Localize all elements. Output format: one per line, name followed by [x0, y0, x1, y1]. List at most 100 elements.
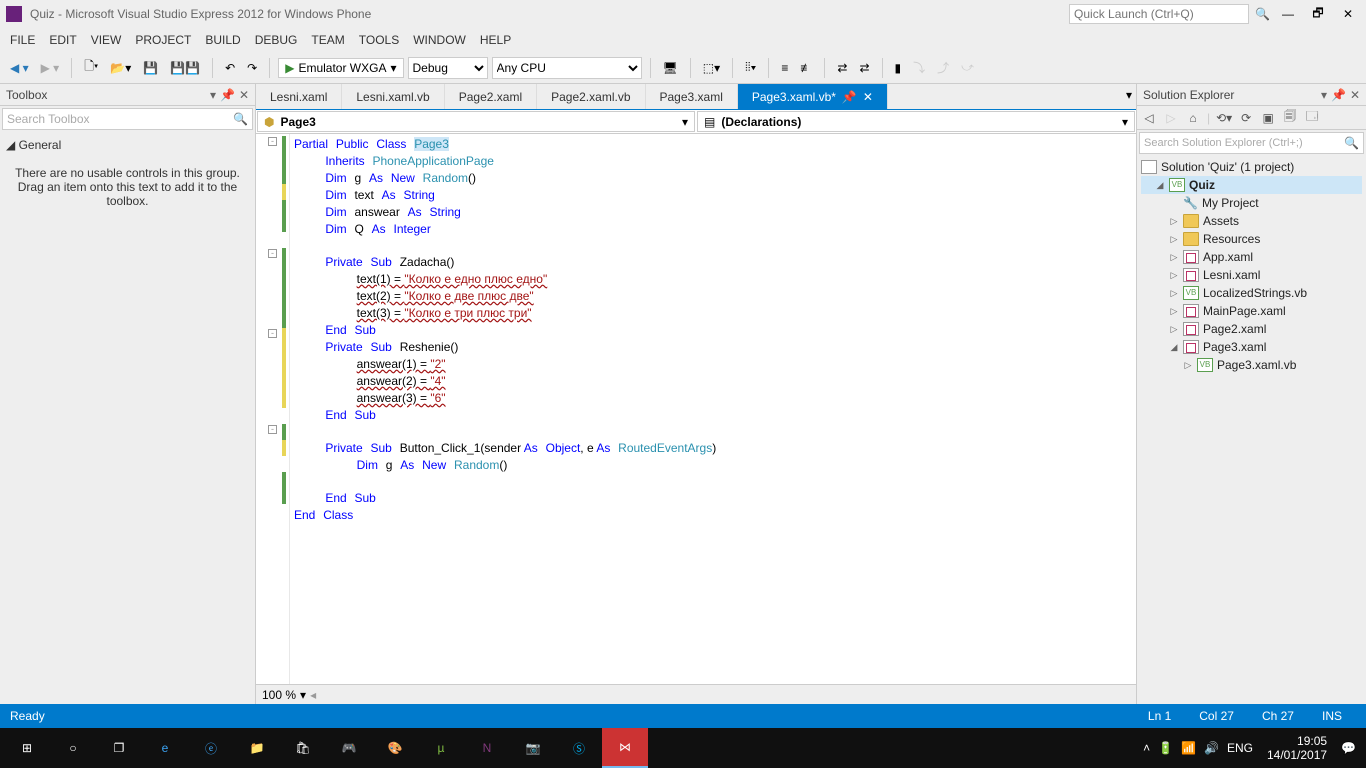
sync-icon[interactable]: ⟲▾	[1216, 110, 1232, 126]
taskbar-utorrent-icon[interactable]: µ	[418, 728, 464, 768]
menu-window[interactable]: WINDOW	[413, 33, 466, 47]
panel-dropdown-icon[interactable]: ▾	[210, 88, 216, 102]
toolbox-category[interactable]: ◢ General	[6, 138, 249, 152]
quick-launch-input[interactable]	[1069, 4, 1249, 24]
pin-icon[interactable]: 📌	[220, 88, 235, 102]
member-selector[interactable]: ▤(Declarations)▾	[697, 111, 1135, 132]
code-editor[interactable]: - - - - Partial Public Class Page3 Inher…	[256, 134, 1136, 684]
back-icon[interactable]: ◁	[1141, 110, 1157, 126]
taskbar-app-icon[interactable]: 📷	[510, 728, 556, 768]
tab-page2-xaml-vb[interactable]: Page2.xaml.vb	[537, 84, 645, 109]
tab-lesni-xaml[interactable]: Lesni.xaml	[256, 84, 342, 109]
tray-language[interactable]: ENG	[1227, 741, 1253, 755]
menu-team[interactable]: TEAM	[311, 33, 344, 47]
tree-item-myproject[interactable]: 🔧My Project	[1141, 194, 1362, 212]
zoom-level[interactable]: 100 %	[262, 688, 296, 702]
menu-edit[interactable]: EDIT	[49, 33, 76, 47]
toolbar-icon[interactable]: 🖥	[659, 59, 682, 77]
tray-volume-icon[interactable]: 🔊	[1204, 741, 1219, 755]
tree-item-page2[interactable]: ▷Page2.xaml	[1141, 320, 1362, 338]
taskbar-skype-icon[interactable]: Ⓢ	[556, 728, 602, 768]
save-button[interactable]: 💾	[139, 59, 162, 77]
outline-toggle-icon[interactable]: -	[268, 425, 277, 434]
tree-item-localized[interactable]: ▷VBLocalizedStrings.vb	[1141, 284, 1362, 302]
menu-debug[interactable]: DEBUG	[255, 33, 298, 47]
taskbar-ie-icon[interactable]: ⓔ	[188, 728, 234, 768]
tree-item-resources[interactable]: ▷Resources	[1141, 230, 1362, 248]
panel-close-icon[interactable]: ✕	[1350, 88, 1360, 102]
step-button[interactable]: ⤵	[909, 57, 929, 78]
tab-page3-xaml-vb[interactable]: Page3.xaml.vb*📌✕	[738, 84, 888, 109]
collapse-icon[interactable]: ▣	[1260, 110, 1276, 126]
refresh-icon[interactable]: ⟳	[1238, 110, 1254, 126]
task-view-button[interactable]: ❐	[96, 728, 142, 768]
toolbar-icon[interactable]: ⦙⦙▾	[741, 58, 760, 77]
toolbar-icon[interactable]: ⇄	[855, 59, 873, 77]
open-file-button[interactable]: 📂▾	[106, 59, 135, 77]
maximize-button[interactable]: 🗗	[1306, 4, 1330, 25]
redo-button[interactable]: ↷	[243, 59, 261, 77]
tray-wifi-icon[interactable]: 📶	[1181, 741, 1196, 755]
zoom-dropdown-icon[interactable]: ▾	[300, 688, 306, 702]
menu-file[interactable]: FILE	[10, 33, 35, 47]
nav-forward-button[interactable]: ▶ ▾	[37, 59, 64, 77]
tab-close-icon[interactable]: ✕	[863, 90, 873, 104]
tabs-dropdown-icon[interactable]: ▾	[1122, 84, 1136, 109]
menu-build[interactable]: BUILD	[205, 33, 240, 47]
comment-button[interactable]: ≡	[777, 59, 792, 77]
tray-clock[interactable]: 19:05 14/01/2017	[1261, 734, 1333, 762]
panel-dropdown-icon[interactable]: ▾	[1321, 88, 1327, 102]
close-button[interactable]: ✕	[1336, 7, 1360, 21]
outline-toggle-icon[interactable]: -	[268, 249, 277, 258]
taskbar-app-icon[interactable]: 🎨	[372, 728, 418, 768]
save-all-button[interactable]: 💾💾	[166, 59, 204, 77]
toolbar-icon[interactable]: ⬚▾	[699, 59, 724, 77]
nav-back-button[interactable]: ◀ ▾	[6, 59, 33, 77]
new-project-button[interactable]: 🗋▾	[80, 55, 102, 80]
undo-button[interactable]: ↶	[221, 59, 239, 77]
cortana-button[interactable]: ○	[50, 728, 96, 768]
toolbar-icon[interactable]: ▮	[891, 59, 906, 77]
tree-item-lesni-xaml[interactable]: ▷Lesni.xaml	[1141, 266, 1362, 284]
properties-icon[interactable]: 🗔	[1304, 110, 1320, 126]
class-selector[interactable]: ⬢Page3▾	[257, 111, 695, 132]
start-button[interactable]: ⊞	[4, 728, 50, 768]
menu-tools[interactable]: TOOLS	[359, 33, 399, 47]
tab-page3-xaml[interactable]: Page3.xaml	[646, 84, 738, 109]
forward-icon[interactable]: ▷	[1163, 110, 1179, 126]
pin-icon[interactable]: 📌	[842, 90, 857, 104]
taskbar-vs-icon[interactable]: ⋈	[602, 728, 648, 768]
outline-toggle-icon[interactable]: -	[268, 137, 277, 146]
pin-icon[interactable]: 📌	[1331, 88, 1346, 102]
menu-view[interactable]: VIEW	[91, 33, 122, 47]
menu-help[interactable]: HELP	[480, 33, 511, 47]
tree-item-assets[interactable]: ▷Assets	[1141, 212, 1362, 230]
panel-close-icon[interactable]: ✕	[239, 88, 249, 102]
show-all-icon[interactable]: 🗐	[1282, 110, 1298, 126]
code-text[interactable]: Partial Public Class Page3 Inherits Phon…	[290, 134, 1136, 684]
toolbar-icon[interactable]: ⇄	[833, 59, 851, 77]
tree-item-page3-vb[interactable]: ▷VBPage3.xaml.vb	[1141, 356, 1362, 374]
menu-project[interactable]: PROJECT	[135, 33, 191, 47]
taskbar-onenote-icon[interactable]: N	[464, 728, 510, 768]
step-button[interactable]: ⤴	[933, 57, 953, 78]
solution-search[interactable]: Search Solution Explorer (Ctrl+;) 🔍	[1139, 132, 1364, 154]
home-icon[interactable]: ⌂	[1185, 110, 1201, 126]
tree-item-mainpage[interactable]: ▷MainPage.xaml	[1141, 302, 1362, 320]
uncomment-button[interactable]: ≢	[796, 59, 816, 77]
tab-lesni-xaml-vb[interactable]: Lesni.xaml.vb	[342, 84, 444, 109]
tray-notifications-icon[interactable]: 💬	[1341, 741, 1356, 755]
step-button[interactable]: ⤻	[957, 58, 978, 77]
tab-page2-xaml[interactable]: Page2.xaml	[445, 84, 537, 109]
taskbar-edge-icon[interactable]: e	[142, 728, 188, 768]
taskbar-explorer-icon[interactable]: 📁	[234, 728, 280, 768]
platform-select[interactable]: Any CPU	[492, 57, 642, 79]
outline-toggle-icon[interactable]: -	[268, 329, 277, 338]
project-node[interactable]: ◢VBQuiz	[1141, 176, 1362, 194]
taskbar-store-icon[interactable]: 🛍	[280, 728, 326, 768]
tree-item-page3[interactable]: ◢Page3.xaml	[1141, 338, 1362, 356]
tray-chevron-icon[interactable]: ˄	[1143, 741, 1150, 755]
tray-battery-icon[interactable]: 🔋	[1158, 741, 1173, 755]
config-select[interactable]: Debug	[408, 57, 488, 79]
taskbar-app-icon[interactable]: 🎮	[326, 728, 372, 768]
